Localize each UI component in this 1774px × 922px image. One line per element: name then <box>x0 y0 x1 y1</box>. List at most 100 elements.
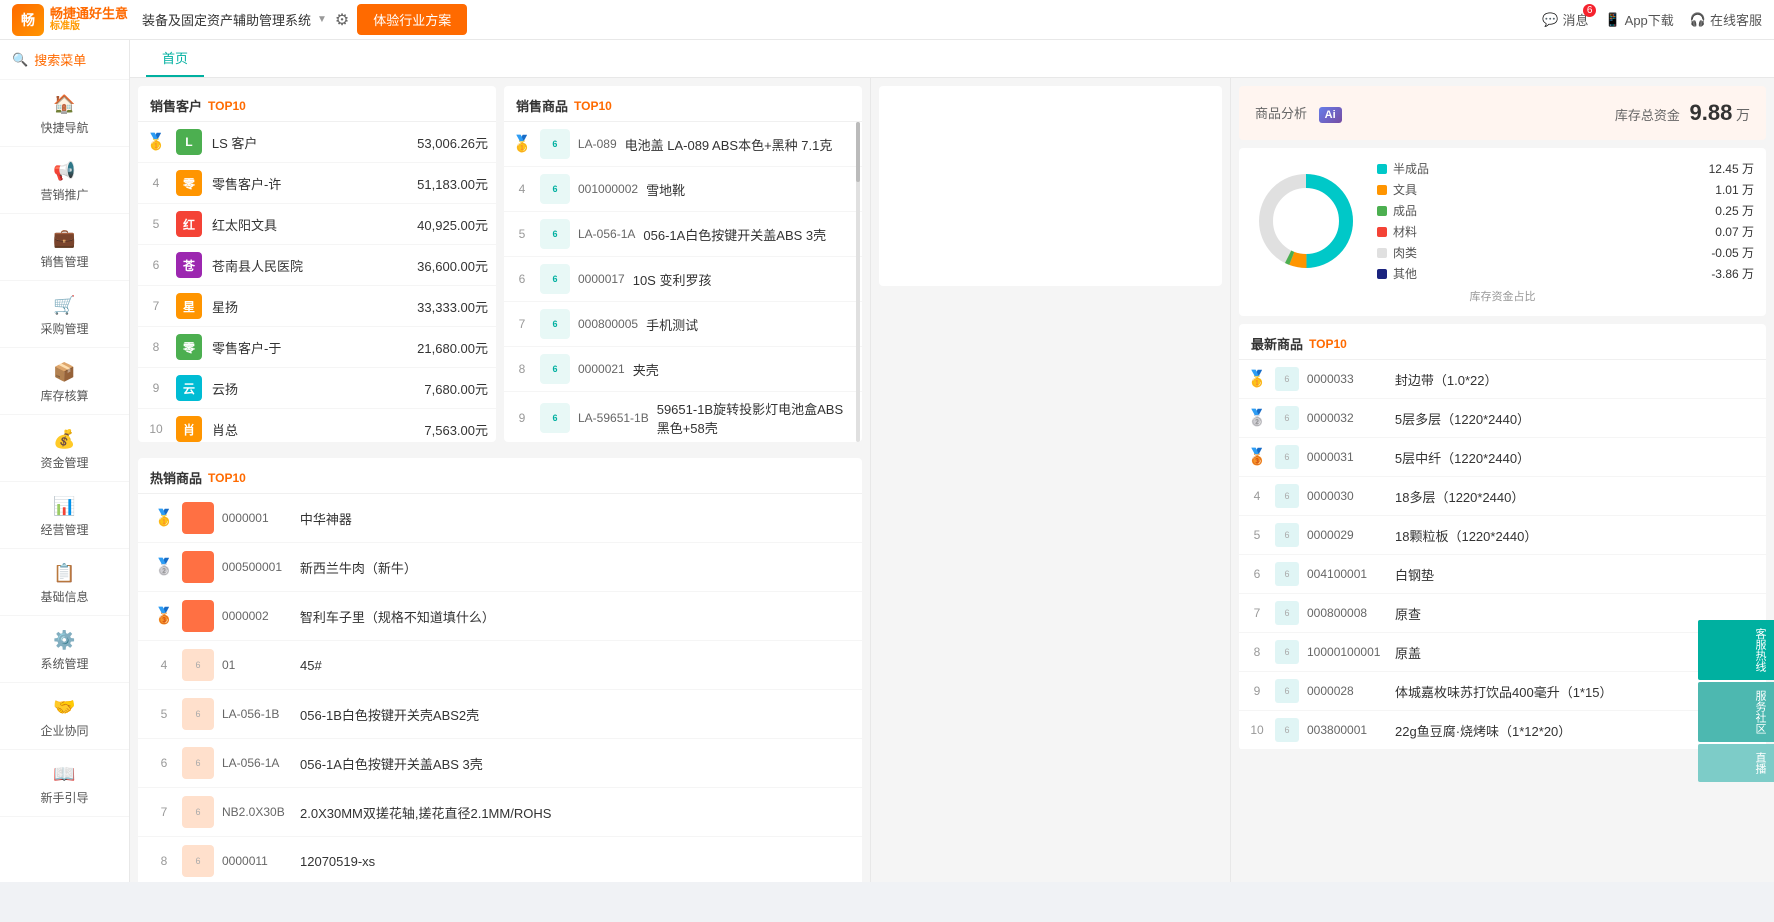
legend-dot-2 <box>1377 185 1387 195</box>
prod-img-7: 6 <box>540 309 570 339</box>
hot-name-5: 056-1B白色按键开关壳ABS2壳 <box>300 705 846 724</box>
system-selector[interactable]: 装备及固定资产辅助管理系统 ▼ <box>142 10 327 29</box>
new-prod-item: 4 6 0000030 18多层（1220*2440） <box>1239 477 1766 516</box>
legend-item-1: 半成品 12.45 万 <box>1377 160 1754 177</box>
sidebar-label-basic: 基础信息 <box>40 588 88 605</box>
prod-name-4: 雪地靴 <box>646 180 854 199</box>
hot-code-5: LA-056-1B <box>222 707 292 721</box>
legend-item-5: 肉类 -0.05 万 <box>1377 244 1754 261</box>
hot-code-7: NB2.0X30B <box>222 805 292 819</box>
sidebar-item-basic[interactable]: 📋 基础信息 <box>0 549 129 616</box>
legend-name-3: 成品 <box>1393 202 1709 219</box>
donut-chart <box>1251 166 1361 276</box>
new-prod-code-6: 004100001 <box>1307 567 1387 581</box>
logo-main: 畅捷通好生意 <box>50 6 128 22</box>
donut-legend: 半成品 12.45 万 文具 1.01 万 成品 0.25 万 <box>1377 160 1754 282</box>
tab-home[interactable]: 首页 <box>146 40 204 77</box>
product-ranking-list: 🥇 6 LA-089 电池盖 LA-089 ABS本色+黑种 7.1克 4 6 … <box>504 122 862 442</box>
prod-name-5: 056-1A白色按键开关盖ABS 3壳 <box>643 225 854 244</box>
top-pair: 销售客户 TOP10 🥇 L LS 客户 53,006.26元 <box>130 78 870 450</box>
legend-name-2: 文具 <box>1393 181 1709 198</box>
hot-medal-2: 🥈 <box>154 557 174 577</box>
sidebar-item-inventory[interactable]: 📦 库存核算 <box>0 348 129 415</box>
sidebar-item-sales[interactable]: 💼 销售管理 <box>0 214 129 281</box>
sidebar-label-system: 系统管理 <box>40 655 88 672</box>
sidebar-item-marketing[interactable]: 📢 营销推广 <box>0 147 129 214</box>
main-content: 首页 销售客户 TOP10 🥇 L L <box>130 40 1774 882</box>
hot-code-8: 0000011 <box>222 854 292 868</box>
sidebar-item-nav[interactable]: 🏠 快捷导航 <box>0 80 129 147</box>
prod-name-7: 手机测试 <box>646 315 854 334</box>
sidebar-label-enterprise: 企业协同 <box>40 722 88 739</box>
cs-live-button[interactable]: 直播 <box>1698 744 1774 782</box>
new-prod-img-6: 6 <box>1275 562 1299 586</box>
prod-name-6: 10S 变利罗孩 <box>633 270 854 289</box>
sidebar-label-operations: 经营管理 <box>40 521 88 538</box>
online-service-button[interactable]: 🎧 在线客服 <box>1690 10 1762 29</box>
customer-amount-5: 40,925.00元 <box>417 215 488 234</box>
customer-ranking-list: 🥇 L LS 客户 53,006.26元 4 零 零售客户-许 51,183.0… <box>138 122 496 442</box>
product-rank-item: 🥇 6 LA-089 电池盖 LA-089 ABS本色+黑种 7.1克 <box>504 122 862 167</box>
prod-num-7: 7 <box>512 317 532 331</box>
message-button[interactable]: 💬 消息 6 <box>1542 10 1588 29</box>
customer-badge-4: 零 <box>176 170 202 196</box>
cs-float: 客服热线 服务社区 直播 <box>1698 620 1774 782</box>
rank-num-8: 8 <box>146 340 166 354</box>
new-prod-item: 10 6 003800001 22g鱼豆腐·烧烤味（1*12*20） <box>1239 711 1766 750</box>
scrollbar-thumb[interactable] <box>856 122 860 182</box>
operations-icon: 📊 <box>53 496 75 517</box>
sidebar-label-marketing: 营销推广 <box>40 186 88 203</box>
inventory-amount-value: 9.88 <box>1690 100 1733 125</box>
headset-icon: 🎧 <box>1690 12 1706 28</box>
sidebar-item-purchase[interactable]: 🛒 采购管理 <box>0 281 129 348</box>
content-wrapper: 销售客户 TOP10 🥇 L LS 客户 53,006.26元 <box>130 78 1774 882</box>
sidebar-item-finance[interactable]: 💰 资金管理 <box>0 415 129 482</box>
new-prod-img-8: 6 <box>1275 640 1299 664</box>
customer-rank-item: 5 红 红太阳文具 40,925.00元 <box>138 204 496 245</box>
new-prod-code-7: 000800008 <box>1307 606 1387 620</box>
donut-container: 半成品 12.45 万 文具 1.01 万 成品 0.25 万 <box>1251 160 1754 282</box>
rank-num-9: 9 <box>146 381 166 395</box>
new-prod-num-5: 5 <box>1247 528 1267 542</box>
customer-badge-5: 红 <box>176 211 202 237</box>
sidebar-search[interactable]: 🔍 搜索菜单 <box>0 40 129 80</box>
scrollbar-track <box>856 122 860 442</box>
legend-name-1: 半成品 <box>1393 160 1703 177</box>
sidebar-item-operations[interactable]: 📊 经营管理 <box>0 482 129 549</box>
legend-dot-5 <box>1377 248 1387 258</box>
hot-product-item: 8 6 0000011 12070519-xs <box>138 837 862 882</box>
new-prod-item: 🥇 6 0000033 封边带（1.0*22） <box>1239 360 1766 399</box>
new-prod-item: 7 6 000800008 原查 <box>1239 594 1766 633</box>
prod-num-4: 4 <box>512 182 532 196</box>
customer-rank-item: 8 零 零售客户-于 21,680.00元 <box>138 327 496 368</box>
prod-num-6: 6 <box>512 272 532 286</box>
hot-medal-3: 🥉 <box>154 606 174 626</box>
cs-community-button[interactable]: 服务社区 <box>1698 682 1774 742</box>
online-service-label: 在线客服 <box>1710 10 1762 29</box>
app-download-button[interactable]: 📱 App下载 <box>1604 10 1673 29</box>
new-prod-num-7: 7 <box>1247 606 1267 620</box>
new-prod-img-3: 6 <box>1275 445 1299 469</box>
cs-hotline-button[interactable]: 客服热线 <box>1698 620 1774 680</box>
sidebar-item-guide[interactable]: 📖 新手引导 <box>0 750 129 817</box>
inventory-amount-area: 库存总资金 9.88 万 <box>1615 100 1750 126</box>
sidebar-item-system[interactable]: ⚙️ 系统管理 <box>0 616 129 683</box>
purchase-icon: 🛒 <box>53 295 75 316</box>
sidebar-item-enterprise[interactable]: 🤝 企业协同 <box>0 683 129 750</box>
legend-dot-3 <box>1377 206 1387 216</box>
hot-products-card: 热销商品 TOP10 🥇 0000001 中华神器 🥈 000500001 新西… <box>138 458 862 882</box>
new-prod-code-3: 0000031 <box>1307 450 1387 464</box>
customer-name-10: 肖总 <box>212 420 414 439</box>
new-prod-num-6: 6 <box>1247 567 1267 581</box>
prod-name-8: 夹壳 <box>633 360 854 379</box>
new-prod-item: 8 6 10000100001 原盖 <box>1239 633 1766 672</box>
trial-button[interactable]: 体验行业方案 <box>357 4 467 35</box>
topbar: 畅 畅捷通好生意 标准版 装备及固定资产辅助管理系统 ▼ ⚙ 体验行业方案 💬 … <box>0 0 1774 40</box>
prod-num-5: 5 <box>512 227 532 241</box>
new-prod-code-5: 0000029 <box>1307 528 1387 542</box>
logo-sub: 标准版 <box>50 21 128 33</box>
sidebar-label-nav: 快捷导航 <box>40 119 88 136</box>
new-prod-item: 🥉 6 0000031 5层中纤（1220*2440） <box>1239 438 1766 477</box>
settings-icon[interactable]: ⚙ <box>335 10 349 30</box>
prod-img-6: 6 <box>540 264 570 294</box>
